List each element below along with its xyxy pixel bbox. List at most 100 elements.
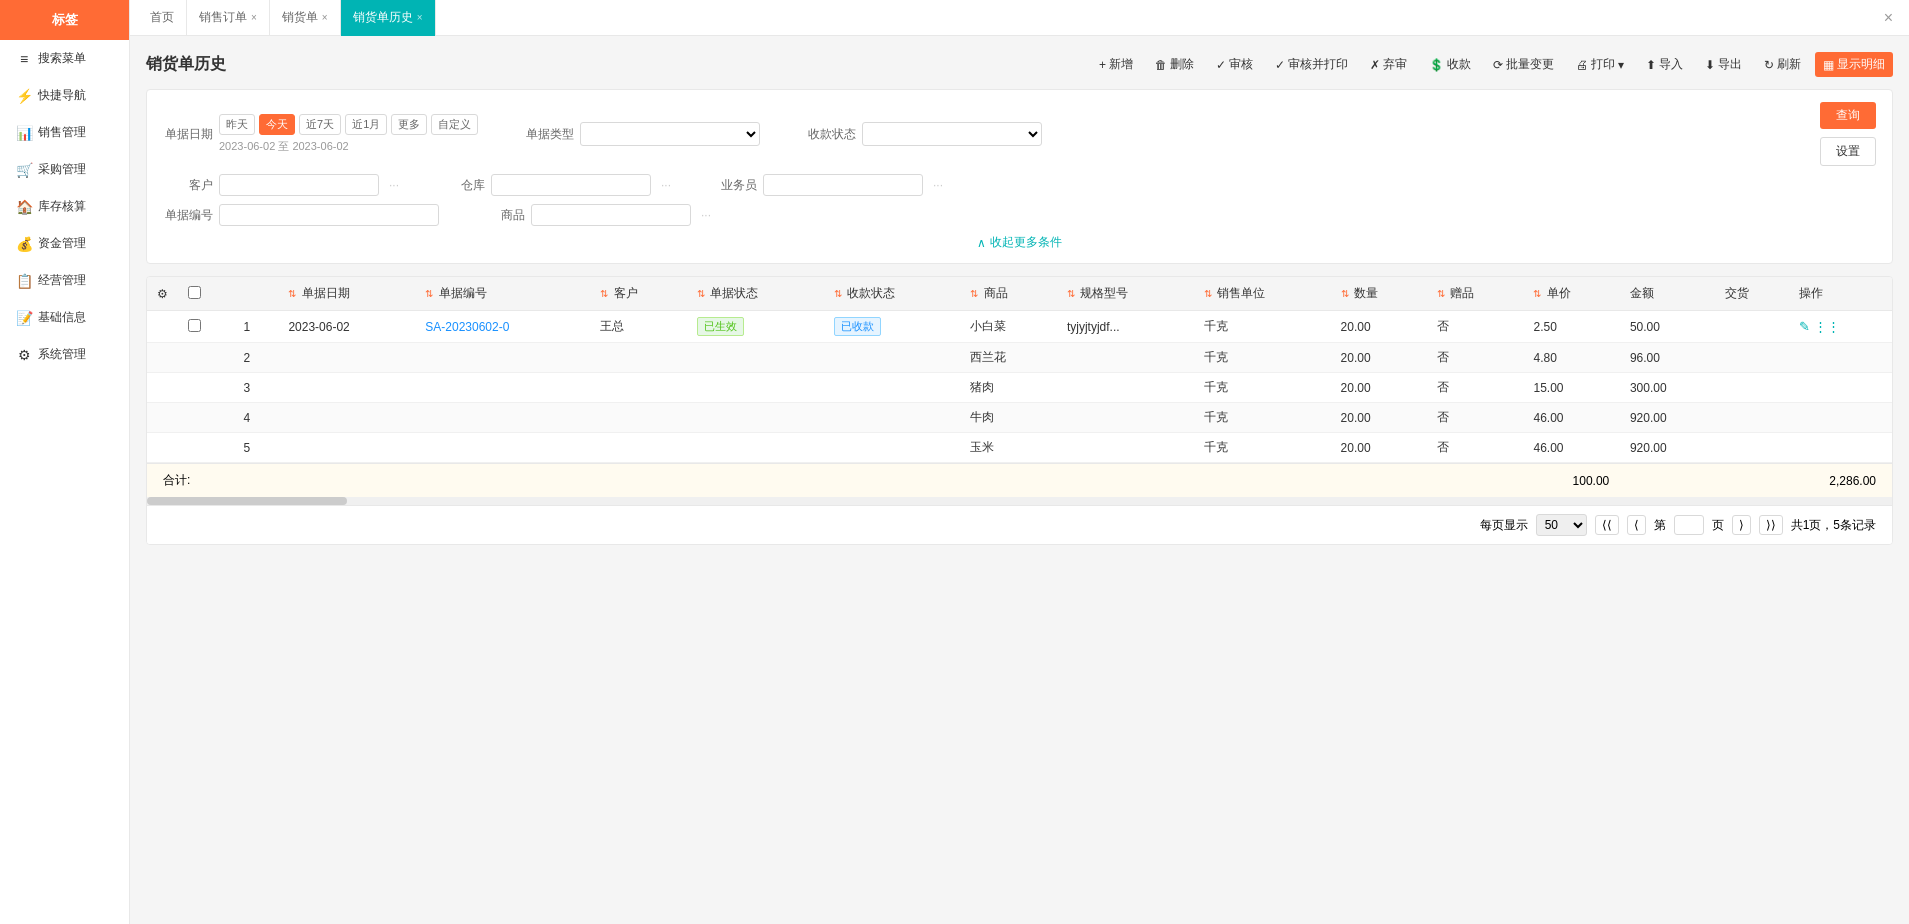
date-controls: 昨天 今天 近7天 近1月 更多 自定义 2023-06-02 至 2023-0… [219,114,478,154]
page-size-select[interactable]: 50 100 [1536,514,1587,536]
show-detail-label: 显示明细 [1837,56,1885,73]
tab-home[interactable]: 首页 [138,0,187,36]
new-button[interactable]: + 新增 [1091,52,1141,77]
col-trade[interactable]: 交货 [1715,277,1789,311]
print-button[interactable]: 🖨 打印 ▾ [1568,52,1632,77]
next-page-button[interactable]: ⟩ [1732,515,1751,535]
collapse-button[interactable]: ∧ 收起更多条件 [163,234,1876,251]
td-rowno: 3 [234,373,279,403]
td-checkbox[interactable] [178,373,234,403]
prev-page-button[interactable]: ⟨ [1627,515,1646,535]
td-doc-no[interactable]: SA-20230602-0 [415,311,590,343]
col-customer[interactable]: ⇅ 客户 [590,277,686,311]
td-pay-status [824,433,961,463]
collect-button[interactable]: 💲 收款 [1421,52,1479,77]
col-checkbox[interactable] [178,277,234,311]
tab-close-all-button[interactable]: × [1876,9,1901,27]
td-gift: 否 [1427,433,1523,463]
tab-home-label: 首页 [150,9,174,26]
date-btn-1month[interactable]: 近1月 [345,114,387,135]
sidebar-item-search-menu[interactable]: ≡ 搜索菜单 [0,40,129,77]
tab-sales-order-close[interactable]: × [251,12,257,23]
scroll-thumb[interactable] [147,497,347,505]
collect-status-label: 收款状态 [806,126,856,143]
delete-button[interactable]: 🗑 删除 [1147,52,1202,77]
tab-sales-order[interactable]: 销售订单 × [187,0,270,36]
td-doc-no[interactable] [415,433,590,463]
sidebar-item-basic-info[interactable]: 📝 基础信息 [0,299,129,336]
td-checkbox[interactable] [178,343,234,373]
batch-change-button[interactable]: ⟳ 批量变更 [1485,52,1562,77]
col-gear[interactable]: ⚙ [147,277,178,311]
doc-no-input[interactable] [219,204,439,226]
sidebar-item-finance[interactable]: 💰 资金管理 [0,225,129,262]
tab-sales-goods-close[interactable]: × [322,12,328,23]
collect-status-select[interactable] [862,122,1042,146]
td-checkbox[interactable] [178,403,234,433]
sidebar-item-sales-mgmt[interactable]: 📊 销售管理 [0,114,129,151]
tab-sales-history[interactable]: 销货单历史 × [341,0,436,36]
date-btn-custom[interactable]: 自定义 [431,114,478,135]
filter-customer: 客户 ··· [163,174,399,196]
col-doc-date[interactable]: ⇅ 单据日期 [278,277,415,311]
filter-row-2: 客户 ··· 仓库 ··· 业务员 ··· [163,174,1876,196]
horizontal-scrollbar[interactable] [147,497,1892,505]
td-doc-status [687,343,824,373]
sidebar-item-purchase-mgmt[interactable]: 🛒 采购管理 [0,151,129,188]
pagination-bar: 每页显示 50 100 ⟨⟨ ⟨ 第 1 页 ⟩ ⟩⟩ 共1页，5条记录 [147,505,1892,544]
setting-button[interactable]: 设置 [1820,137,1876,166]
date-btn-yesterday[interactable]: 昨天 [219,114,255,135]
salesperson-input[interactable] [763,174,923,196]
date-btn-today[interactable]: 今天 [259,114,295,135]
col-pay-status[interactable]: ⇅ 收款状态 [824,277,961,311]
row-checkbox[interactable] [188,319,201,332]
warehouse-picker-icon[interactable]: ··· [661,178,671,192]
sidebar-item-sys-mgmt[interactable]: ⚙ 系统管理 [0,336,129,373]
abandon-button[interactable]: ✗ 弃审 [1362,52,1415,77]
col-qty[interactable]: ⇅ 数量 [1331,277,1427,311]
col-unit[interactable]: ⇅ 销售单位 [1194,277,1331,311]
col-spec[interactable]: ⇅ 规格型号 [1057,277,1194,311]
doc-type-select[interactable] [580,122,760,146]
page-number-input[interactable]: 1 [1674,515,1704,535]
goods-picker-icon[interactable]: ··· [701,208,711,222]
first-page-button[interactable]: ⟨⟨ [1595,515,1619,535]
salesperson-picker-icon[interactable]: ··· [933,178,943,192]
audit-button[interactable]: ✓ 审核 [1208,52,1261,77]
col-gift[interactable]: ⇅ 赠品 [1427,277,1523,311]
customer-picker-icon[interactable]: ··· [389,178,399,192]
last-page-button[interactable]: ⟩⟩ [1759,515,1783,535]
export-button[interactable]: ⬇ 导出 [1697,52,1750,77]
sidebar-item-ops-mgmt[interactable]: 📋 经营管理 [0,262,129,299]
goods-input[interactable] [531,204,691,226]
td-doc-no[interactable] [415,343,590,373]
tab-sales-goods[interactable]: 销货单 × [270,0,341,36]
customer-input[interactable] [219,174,379,196]
import-button[interactable]: ⬆ 导入 [1638,52,1691,77]
col-price[interactable]: ⇅ 单价 [1523,277,1619,311]
td-doc-no[interactable] [415,403,590,433]
show-detail-button[interactable]: ▦ 显示明细 [1815,52,1893,77]
sidebar-item-quick-nav[interactable]: ⚡ 快捷导航 [0,77,129,114]
more-op-button[interactable]: ⋮⋮ [1814,319,1840,334]
td-checkbox[interactable] [178,433,234,463]
col-amount[interactable]: 金额 [1620,277,1715,311]
col-doc-no[interactable]: ⇅ 单据编号 [415,277,590,311]
td-amount: 920.00 [1620,403,1715,433]
date-btn-more[interactable]: 更多 [391,114,427,135]
tab-sales-history-close[interactable]: × [417,12,423,23]
col-goods[interactable]: ⇅ 商品 [960,277,1056,311]
edit-op-button[interactable]: ✎ [1799,319,1810,334]
audit-print-button[interactable]: ✓ 审核并打印 [1267,52,1356,77]
col-op: 操作 [1789,277,1892,311]
warehouse-input[interactable] [491,174,651,196]
sidebar-item-inventory[interactable]: 🏠 库存核算 [0,188,129,225]
td-doc-no[interactable] [415,373,590,403]
col-doc-status[interactable]: ⇅ 单据状态 [687,277,824,311]
refresh-button[interactable]: ↻ 刷新 [1756,52,1809,77]
date-btn-7days[interactable]: 近7天 [299,114,341,135]
query-button[interactable]: 查询 [1820,102,1876,129]
td-checkbox[interactable] [178,311,234,343]
select-all-checkbox[interactable] [188,286,201,299]
td-goods: 猪肉 [960,373,1056,403]
